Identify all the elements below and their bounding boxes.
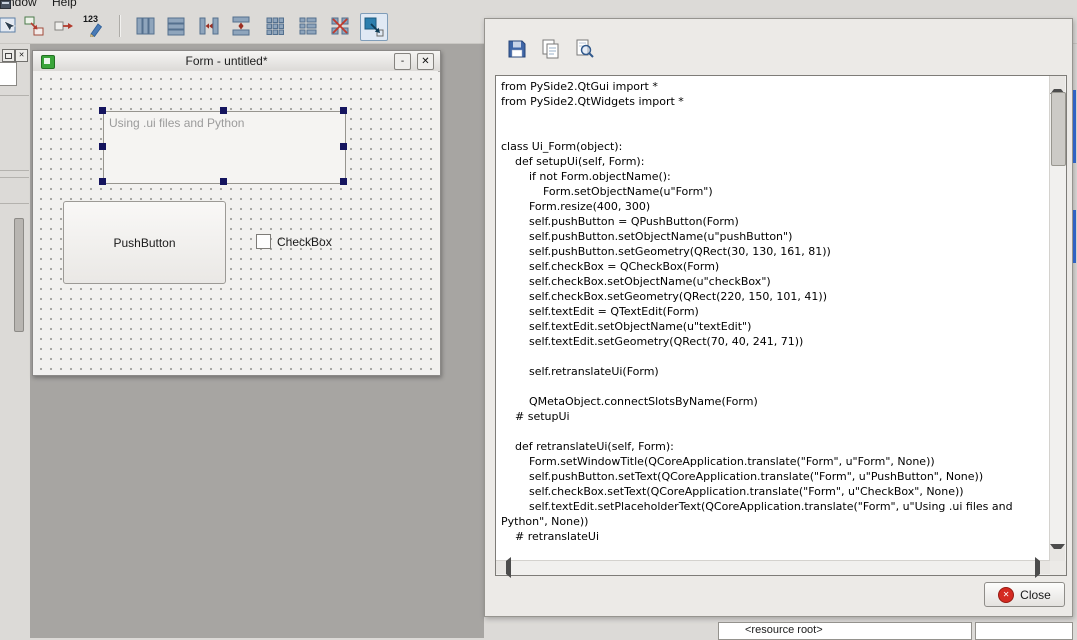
checkbox-label: CheckBox: [277, 235, 332, 249]
save-button[interactable]: [504, 36, 530, 62]
selection-handle-top-center[interactable]: [220, 107, 227, 114]
horizontal-scrollbar[interactable]: [496, 560, 1050, 575]
copy-button[interactable]: [538, 36, 564, 62]
layout-horizontal-icon: [134, 15, 156, 37]
textedit-widget[interactable]: Using .ui files and Python: [103, 111, 346, 184]
layout-vertical-button[interactable]: [163, 13, 189, 39]
break-layout-icon: [329, 15, 351, 37]
widget-filter-input[interactable]: [0, 62, 17, 86]
close-button[interactable]: Close: [984, 582, 1065, 607]
close-circle-icon: [998, 587, 1014, 603]
arrow-up-icon: [1050, 74, 1065, 94]
save-icon: [506, 38, 528, 60]
layout-vertical-splitter-icon: [230, 15, 252, 37]
edit-signals-slots-button[interactable]: [21, 13, 47, 39]
layout-form-icon: [297, 15, 319, 37]
layout-grid-button[interactable]: [262, 13, 288, 39]
scrollbar-corner: [1050, 561, 1066, 575]
arrow-left-icon: [496, 557, 511, 578]
form-canvas[interactable]: Using .ui files and Python PushButton Ch…: [33, 71, 438, 373]
window-menu-icon: [0, 0, 11, 9]
layout-vertical-icon: [165, 15, 187, 37]
edit-widgets-button[interactable]: [0, 13, 20, 39]
resource-root-item[interactable]: <resource root>: [718, 622, 972, 640]
right-edge-accent: [1073, 210, 1076, 263]
form-window-title: Form - untitled*: [57, 54, 396, 68]
edit-tab-order-icon: [83, 15, 105, 37]
dock-float-button[interactable]: [2, 49, 15, 62]
minimize-icon: -: [401, 57, 404, 67]
break-layout-button[interactable]: [327, 13, 353, 39]
arrow-right-icon: [1035, 557, 1050, 578]
layout-grid-icon: [264, 15, 286, 37]
find-button[interactable]: [571, 36, 597, 62]
find-icon: [573, 38, 595, 60]
generated-code-text: from PySide2.QtGui import * from PySide2…: [501, 79, 1047, 558]
form-designer-window: Form - untitled* - ✕ Using .ui files and…: [32, 50, 441, 376]
code-preview-dialog: from PySide2.QtGui import * from PySide2…: [484, 18, 1073, 617]
right-edge-accent: [1073, 90, 1076, 163]
dock-close-button[interactable]: [15, 49, 28, 62]
layout-horizontal-button[interactable]: [132, 13, 158, 39]
form-minimize-button[interactable]: -: [394, 53, 411, 70]
close-button-label: Close: [1020, 588, 1051, 602]
resource-root-label: <resource root>: [745, 624, 823, 636]
checkbox-indicator[interactable]: [256, 234, 271, 249]
scroll-up-button[interactable]: [1050, 76, 1065, 91]
vertical-scrollbar[interactable]: [1049, 76, 1066, 561]
selection-handle-top-right[interactable]: [340, 107, 347, 114]
textedit-placeholder: Using .ui files and Python: [109, 116, 244, 130]
scroll-right-button[interactable]: [1035, 561, 1050, 574]
form-close-button[interactable]: ✕: [417, 53, 434, 70]
form-window-icon: [41, 55, 55, 69]
scroll-down-button[interactable]: [1050, 546, 1065, 561]
vertical-scrollbar-thumb[interactable]: [1051, 92, 1066, 166]
selection-handle-middle-right[interactable]: [340, 143, 347, 150]
edit-buddies-icon: [53, 15, 75, 37]
dock-separator: [0, 170, 29, 171]
layout-form-button[interactable]: [295, 13, 321, 39]
edit-widgets-icon: [0, 15, 18, 37]
selection-handle-bottom-center[interactable]: [220, 178, 227, 185]
close-icon: ✕: [421, 57, 429, 67]
checkbox-widget[interactable]: CheckBox: [253, 221, 354, 262]
layout-horizontal-splitter-button[interactable]: [196, 13, 222, 39]
selection-handle-bottom-left[interactable]: [99, 178, 106, 185]
toolbar-separator: [119, 15, 121, 37]
pushbutton-widget[interactable]: PushButton: [63, 201, 226, 284]
selection-handle-top-left[interactable]: [99, 107, 106, 114]
adjust-size-button[interactable]: [360, 13, 388, 41]
layout-horizontal-splitter-icon: [198, 15, 220, 37]
dock-scrollbar-thumb[interactable]: [14, 218, 24, 332]
selection-handle-bottom-right[interactable]: [340, 178, 347, 185]
resource-panel-fragment: [975, 622, 1073, 640]
edit-tab-order-button[interactable]: 123: [81, 13, 107, 39]
qt-designer-window: Window Help 123: [0, 0, 1077, 638]
copy-icon: [540, 38, 562, 60]
edit-buddies-button[interactable]: [51, 13, 77, 39]
scroll-left-button[interactable]: [496, 561, 511, 574]
code-text-area[interactable]: from PySide2.QtGui import * from PySide2…: [495, 75, 1067, 576]
layout-vertical-splitter-button[interactable]: [228, 13, 254, 39]
edit-signals-slots-icon: [23, 15, 45, 37]
pushbutton-label: PushButton: [113, 236, 175, 250]
dock-separator: [0, 95, 29, 96]
menu-item-help[interactable]: Help: [52, 0, 77, 9]
form-window-titlebar[interactable]: Form - untitled* - ✕: [33, 51, 440, 72]
adjust-size-icon: [363, 16, 385, 38]
dock-separator: [0, 177, 29, 178]
dock-separator: [0, 203, 29, 204]
selection-handle-middle-left[interactable]: [99, 143, 106, 150]
widget-box-dock: [0, 44, 31, 638]
